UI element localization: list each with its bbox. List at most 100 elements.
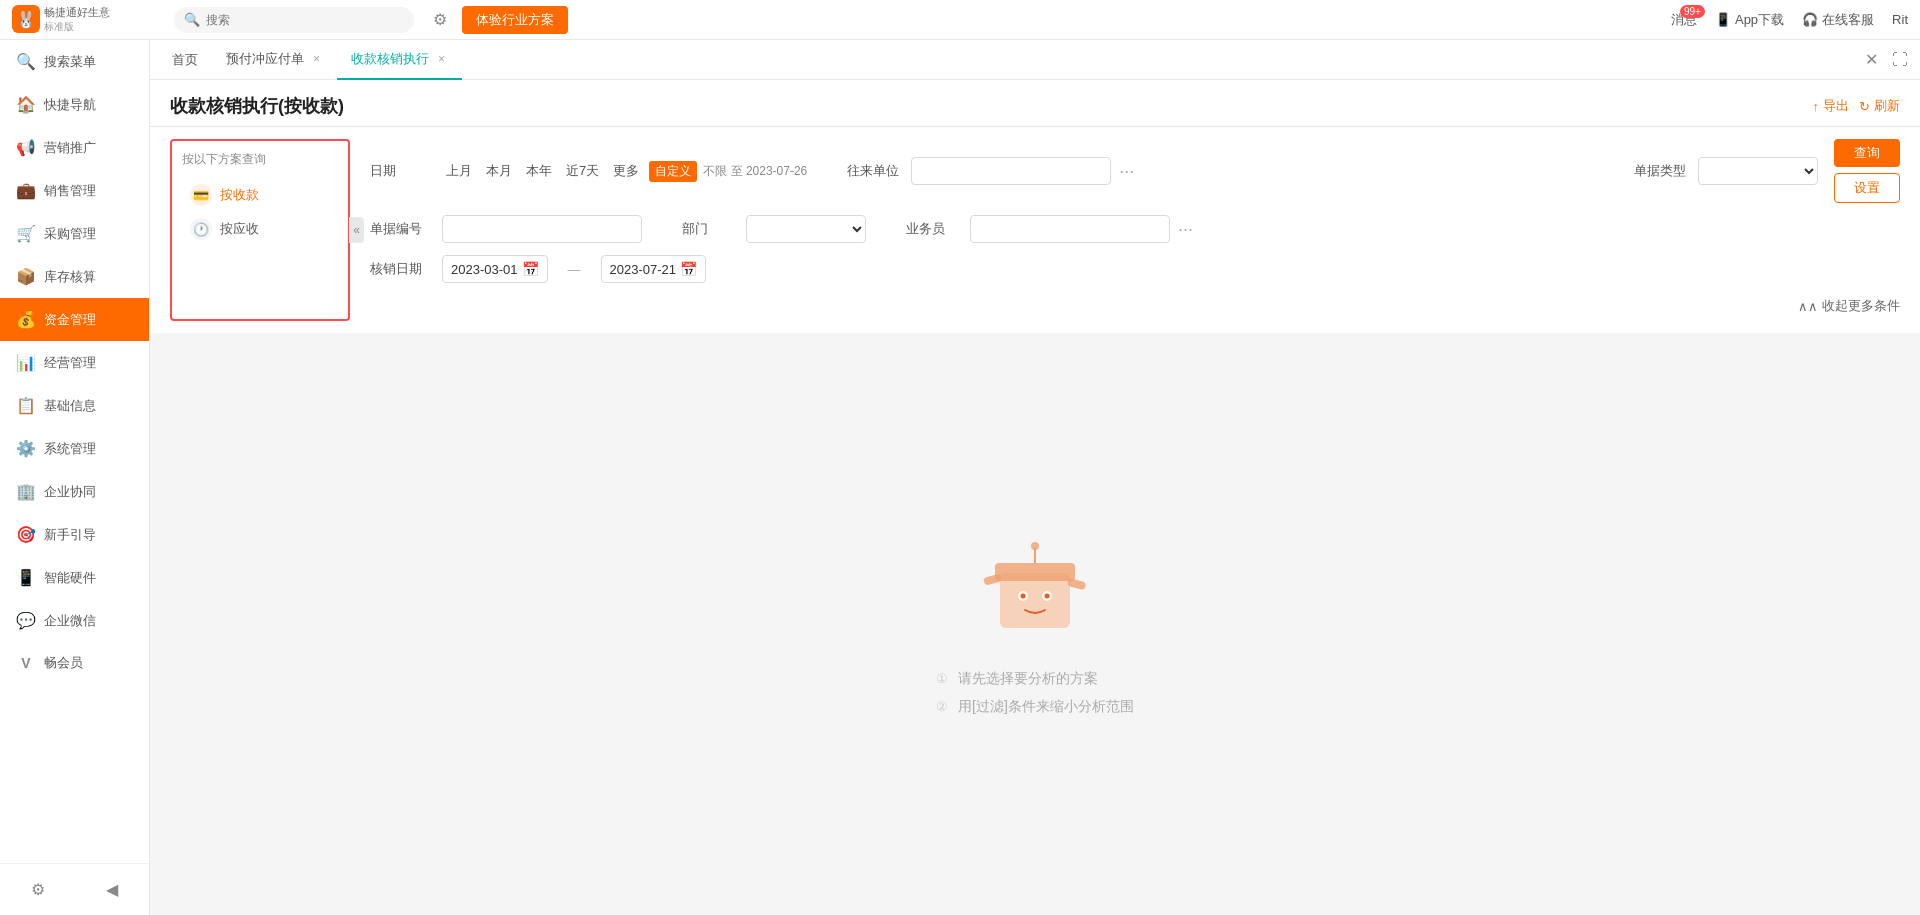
sidebar-item-search-menu[interactable]: 🔍 搜索菜单: [0, 40, 149, 83]
collapse-conditions-btn[interactable]: ∧∧ 收起更多条件: [370, 295, 1900, 321]
sidebar-item-operation[interactable]: 📊 经营管理: [0, 341, 149, 384]
date-7days[interactable]: 近7天: [562, 161, 603, 181]
main-content: 首页 预付冲应付单 × 收款核销执行 × ✕ ⛶ 收款核销执行(按收款) ↑: [150, 40, 1920, 915]
empty-illustration: [975, 528, 1095, 648]
svg-rect-6: [983, 573, 1002, 585]
purchase-icon: 🛒: [16, 224, 36, 243]
settings-gear-icon[interactable]: ⚙: [426, 6, 454, 34]
empty-tip-1: ① 请先选择要分析的方案: [936, 664, 1134, 692]
sidebar-item-sales[interactable]: 💼 销售管理: [0, 169, 149, 212]
top-nav-right: 消息 99+ 📱 App下载 🎧 在线客服 Rit: [1671, 11, 1908, 29]
brand-area: 🐰 畅捷通好生意 标准版: [12, 5, 162, 33]
counterparty-label: 往来单位: [847, 162, 903, 180]
settings-bottom-icon[interactable]: ⚙: [23, 872, 53, 907]
counterparty-input[interactable]: [911, 157, 1111, 185]
search-bar[interactable]: 🔍: [174, 7, 414, 33]
date-more[interactable]: 更多: [609, 161, 643, 181]
by-receivable-icon: 🕐: [190, 218, 212, 240]
message-icon-area[interactable]: 消息 99+: [1671, 11, 1697, 29]
marketing-icon: 📢: [16, 138, 36, 157]
solution-btn[interactable]: 体验行业方案: [462, 6, 568, 34]
enterprise-icon: 🏢: [16, 482, 36, 501]
operation-icon: 📊: [16, 353, 36, 372]
sidebar-item-newbie[interactable]: 🎯 新手引导: [0, 513, 149, 556]
sidebar-item-hardware[interactable]: 📱 智能硬件: [0, 556, 149, 599]
export-btn[interactable]: ↑ 导出: [1813, 97, 1850, 115]
system-icon: ⚙️: [16, 439, 36, 458]
calendar-end-icon: 📅: [680, 261, 697, 277]
brand-name: 畅捷通好生意: [44, 5, 110, 19]
app-icon: 📱: [1715, 12, 1731, 27]
export-icon: ↑: [1813, 99, 1820, 114]
tab-bar-expand-icon[interactable]: ⛶: [1888, 47, 1912, 73]
doctype-select[interactable]: [1698, 157, 1818, 185]
svg-point-5: [1044, 594, 1049, 599]
wechat-icon: 💬: [16, 611, 36, 630]
inventory-icon: 📦: [16, 267, 36, 286]
svg-rect-0: [1000, 573, 1070, 628]
svg-rect-1: [995, 563, 1075, 581]
filter-by-receivable[interactable]: 🕐 按应收: [182, 212, 338, 246]
sidebar-item-finance[interactable]: 💰 资金管理: [0, 298, 149, 341]
docnum-input[interactable]: [442, 215, 642, 243]
page-actions: ↑ 导出 ↻ 刷新: [1813, 97, 1901, 115]
sidebar-item-enterprise[interactable]: 🏢 企业协同: [0, 470, 149, 513]
sidebar-item-inventory[interactable]: 📦 库存核算: [0, 255, 149, 298]
page-header: 收款核销执行(按收款) ↑ 导出 ↻ 刷新: [150, 80, 1920, 127]
reconcile-date-end[interactable]: 2023-07-21 📅: [601, 255, 707, 283]
sidebar-item-basic-info[interactable]: 📋 基础信息: [0, 384, 149, 427]
counterparty-more-icon[interactable]: ···: [1119, 161, 1134, 182]
tab-prepay-close-icon[interactable]: ×: [310, 51, 323, 67]
app-download-link[interactable]: 📱 App下载: [1715, 11, 1784, 29]
sidebar-item-purchase[interactable]: 🛒 采购管理: [0, 212, 149, 255]
collapse-sidebar-icon[interactable]: ◀: [98, 872, 126, 907]
filter-by-receipt[interactable]: 💳 按收款: [182, 178, 338, 212]
tab-prepay-reconcile[interactable]: 预付冲应付单 ×: [212, 40, 337, 80]
doctype-label: 单据类型: [1634, 162, 1690, 180]
filter-row-2: 单据编号 部门 业务员 ···: [370, 215, 1900, 243]
finance-icon: 💰: [16, 310, 36, 329]
sales-icon: 💼: [16, 181, 36, 200]
staff-input[interactable]: [970, 215, 1170, 243]
date-this-year[interactable]: 本年: [522, 161, 556, 181]
chevron-up-icon: ∧∧: [1798, 299, 1818, 314]
sidebar-item-quick-nav[interactable]: 🏠 快捷导航: [0, 83, 149, 126]
search-input[interactable]: [206, 13, 404, 27]
dept-select[interactable]: [746, 215, 866, 243]
refresh-btn[interactable]: ↻ 刷新: [1859, 97, 1900, 115]
date-this-month[interactable]: 本月: [482, 161, 516, 181]
main-layout: 🔍 搜索菜单 🏠 快捷导航 📢 营销推广 💼 销售管理 🛒 采购管理 📦 库存核…: [0, 40, 1920, 915]
sidebar-item-marketing[interactable]: 📢 营销推广: [0, 126, 149, 169]
date-range-dash: —: [564, 262, 585, 277]
tab-home[interactable]: 首页: [158, 51, 212, 69]
empty-tips: ① 请先选择要分析的方案 ② 用[过滤]条件来缩小分析范围: [936, 664, 1134, 720]
online-service-link[interactable]: 🎧 在线客服: [1802, 11, 1874, 29]
tab-receipt-reconcile[interactable]: 收款核销执行 ×: [337, 40, 462, 80]
tab-receipt-close-icon[interactable]: ×: [435, 51, 448, 67]
filter-row-3: 核销日期 2023-03-01 📅 — 2023-07-21 📅: [370, 255, 1900, 283]
by-receipt-icon: 💳: [190, 184, 212, 206]
tab-bar: 首页 预付冲应付单 × 收款核销执行 × ✕ ⛶: [150, 40, 1920, 80]
empty-tip-2: ② 用[过滤]条件来缩小分析范围: [936, 692, 1134, 720]
staff-more-icon[interactable]: ···: [1178, 219, 1193, 240]
sidebar-item-system[interactable]: ⚙️ 系统管理: [0, 427, 149, 470]
sidebar-item-member[interactable]: V 畅会员: [0, 642, 149, 684]
date-last-month[interactable]: 上月: [442, 161, 476, 181]
setting-btn[interactable]: 设置: [1834, 173, 1900, 203]
reconcile-date-label: 核销日期: [370, 260, 426, 278]
brand-tag: 标准版: [44, 20, 110, 34]
collapse-filter-sidebar-btn[interactable]: «: [349, 217, 364, 243]
query-btn[interactable]: 查询: [1834, 139, 1900, 167]
filter-panel: 按以下方案查询 💳 按收款 🕐 按应收 « 日期 上月 本: [150, 127, 1920, 333]
user-display[interactable]: Rit: [1892, 12, 1908, 27]
headset-icon: 🎧: [1802, 12, 1818, 27]
tab-bar-close-icon[interactable]: ✕: [1861, 46, 1882, 73]
date-custom-badge[interactable]: 自定义: [649, 161, 697, 182]
page-title: 收款核销执行(按收款): [170, 94, 344, 118]
basic-info-icon: 📋: [16, 396, 36, 415]
reconcile-date-start[interactable]: 2023-03-01 📅: [442, 255, 548, 283]
sidebar-item-wechat[interactable]: 💬 企业微信: [0, 599, 149, 642]
member-icon: V: [16, 655, 36, 671]
date-range-display: 不限 至 2023-07-26: [703, 163, 807, 180]
date-label: 日期: [370, 162, 426, 180]
